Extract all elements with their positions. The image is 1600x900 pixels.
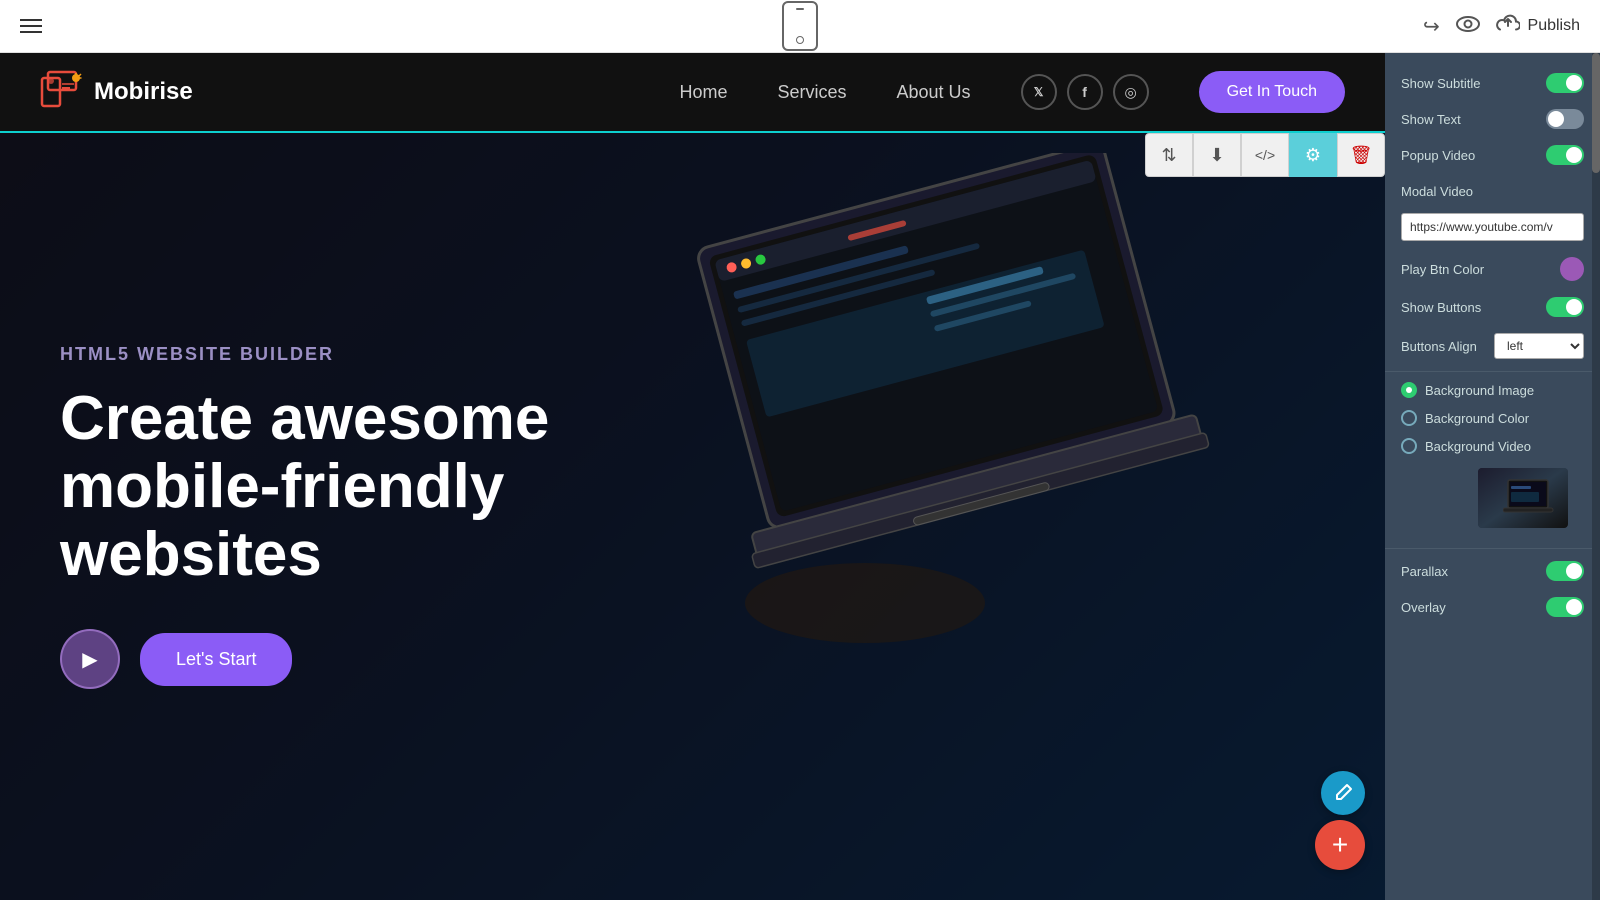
bg-color-row: Background Color: [1385, 404, 1600, 432]
divider-1: [1385, 371, 1600, 372]
popup-video-toggle[interactable]: [1546, 145, 1584, 165]
hero-section: HTML5 WEBSITE BUILDER Create awesome mob…: [0, 133, 1385, 900]
logo-icon: [40, 70, 84, 114]
reorder-button[interactable]: ⇅: [1145, 133, 1193, 177]
hero-title: Create awesome mobile-friendly websites: [60, 385, 660, 590]
hero-title-line2: mobile-friendly websites: [60, 452, 504, 589]
hero-title-line1: Create awesome: [60, 384, 549, 453]
laptop-illustration: [665, 153, 1285, 653]
toolbar-center: [782, 1, 818, 51]
cloud-upload-icon: [1496, 13, 1520, 39]
settings-panel: Show Subtitle Show Text Popup Video Moda…: [1385, 53, 1600, 900]
show-subtitle-label: Show Subtitle: [1401, 76, 1481, 91]
download-button[interactable]: ⬇: [1193, 133, 1241, 177]
overlay-toggle[interactable]: [1546, 597, 1584, 617]
popup-video-label: Popup Video: [1401, 148, 1475, 163]
site-nav: Home Services About Us 𝕏 f ◎ Get In Touc…: [679, 71, 1345, 113]
trash-icon: 🗑: [1350, 145, 1373, 166]
show-buttons-label: Show Buttons: [1401, 300, 1481, 315]
toolbar-right: ↩ Publish: [1423, 13, 1580, 39]
show-subtitle-row: Show Subtitle: [1385, 65, 1600, 101]
nav-item-about[interactable]: About Us: [897, 82, 971, 103]
hero-subtitle: HTML5 WEBSITE BUILDER: [60, 344, 660, 365]
facebook-icon[interactable]: f: [1067, 74, 1103, 110]
preview-icon[interactable]: [1456, 16, 1480, 37]
toolbar-left: [20, 19, 42, 33]
publish-label: Publish: [1528, 17, 1580, 35]
site-navbar: Mobirise Home Services About Us 𝕏 f ◎: [0, 53, 1385, 133]
main-content: Mobirise Home Services About Us 𝕏 f ◎: [0, 53, 1600, 900]
publish-button[interactable]: Publish: [1496, 13, 1580, 39]
hero-content: HTML5 WEBSITE BUILDER Create awesome mob…: [60, 344, 660, 690]
parallax-label: Parallax: [1401, 564, 1448, 579]
bg-video-label: Background Video: [1425, 439, 1531, 454]
parallax-row: Parallax: [1385, 553, 1600, 589]
play-button[interactable]: ▶: [60, 629, 120, 689]
hero-buttons: ▶ Let's Start: [60, 629, 660, 689]
parallax-toggle[interactable]: [1546, 561, 1584, 581]
code-button[interactable]: </>: [1241, 133, 1289, 177]
show-buttons-row: Show Buttons: [1385, 289, 1600, 325]
show-text-row: Show Text: [1385, 101, 1600, 137]
fab-edit-button[interactable]: [1321, 771, 1365, 815]
site-logo-text: Mobirise: [94, 78, 193, 106]
overlay-row: Overlay: [1385, 589, 1600, 625]
fab-add-button[interactable]: +: [1315, 820, 1365, 870]
play-btn-color-swatch[interactable]: [1560, 257, 1584, 281]
bg-image-label: Background Image: [1425, 383, 1534, 398]
nav-item-services[interactable]: Services: [777, 82, 846, 103]
show-text-toggle[interactable]: [1546, 109, 1584, 129]
play-icon: ▶: [82, 647, 97, 672]
plus-icon: +: [1332, 831, 1348, 859]
buttons-align-row: Buttons Align left center right: [1385, 325, 1600, 367]
top-toolbar: ↩ Publish: [0, 0, 1600, 53]
bg-video-radio[interactable]: [1401, 438, 1417, 454]
scrollbar-track[interactable]: [1592, 53, 1600, 900]
gear-icon: ⚙: [1305, 145, 1321, 166]
settings-button[interactable]: ⚙: [1289, 133, 1337, 177]
code-icon: </>: [1255, 147, 1275, 163]
popup-video-row: Popup Video: [1385, 137, 1600, 173]
bg-image-thumbnail[interactable]: [1478, 468, 1568, 528]
buttons-align-select[interactable]: left center right: [1494, 333, 1584, 359]
bg-video-row: Background Video: [1385, 432, 1600, 460]
hamburger-icon[interactable]: [20, 19, 42, 33]
modal-video-input[interactable]: [1401, 213, 1584, 241]
buttons-align-label: Buttons Align: [1401, 339, 1477, 354]
show-subtitle-toggle[interactable]: [1546, 73, 1584, 93]
scrollbar-thumb[interactable]: [1592, 53, 1600, 173]
bg-image-row: Background Image: [1385, 376, 1600, 404]
get-in-touch-button[interactable]: Get In Touch: [1199, 71, 1345, 113]
download-icon: ⬇: [1209, 145, 1224, 166]
overlay-label: Overlay: [1401, 600, 1446, 615]
modal-video-label-row: Modal Video: [1385, 173, 1600, 209]
reorder-icon: ⇅: [1161, 145, 1176, 166]
bg-color-radio[interactable]: [1401, 410, 1417, 426]
show-text-label: Show Text: [1401, 112, 1461, 127]
delete-button[interactable]: 🗑: [1337, 133, 1385, 177]
play-btn-color-label: Play Btn Color: [1401, 262, 1484, 277]
bg-color-label: Background Color: [1425, 411, 1529, 426]
divider-2: [1385, 548, 1600, 549]
mobile-preview-icon[interactable]: [782, 1, 818, 51]
instagram-icon[interactable]: ◎: [1113, 74, 1149, 110]
undo-icon[interactable]: ↩: [1423, 14, 1440, 39]
site-logo: Mobirise: [40, 70, 193, 114]
preview-area: Mobirise Home Services About Us 𝕏 f ◎: [0, 53, 1385, 900]
social-icons: 𝕏 f ◎: [1021, 74, 1149, 110]
twitter-icon[interactable]: 𝕏: [1021, 74, 1057, 110]
play-btn-color-row: Play Btn Color: [1385, 249, 1600, 289]
show-buttons-toggle[interactable]: [1546, 297, 1584, 317]
nav-item-home[interactable]: Home: [679, 82, 727, 103]
modal-video-label: Modal Video: [1401, 184, 1473, 199]
bg-image-radio[interactable]: [1401, 382, 1417, 398]
lets-start-button[interactable]: Let's Start: [140, 633, 292, 686]
block-toolbar: ⇅ ⬇ </> ⚙ 🗑: [1145, 133, 1385, 177]
